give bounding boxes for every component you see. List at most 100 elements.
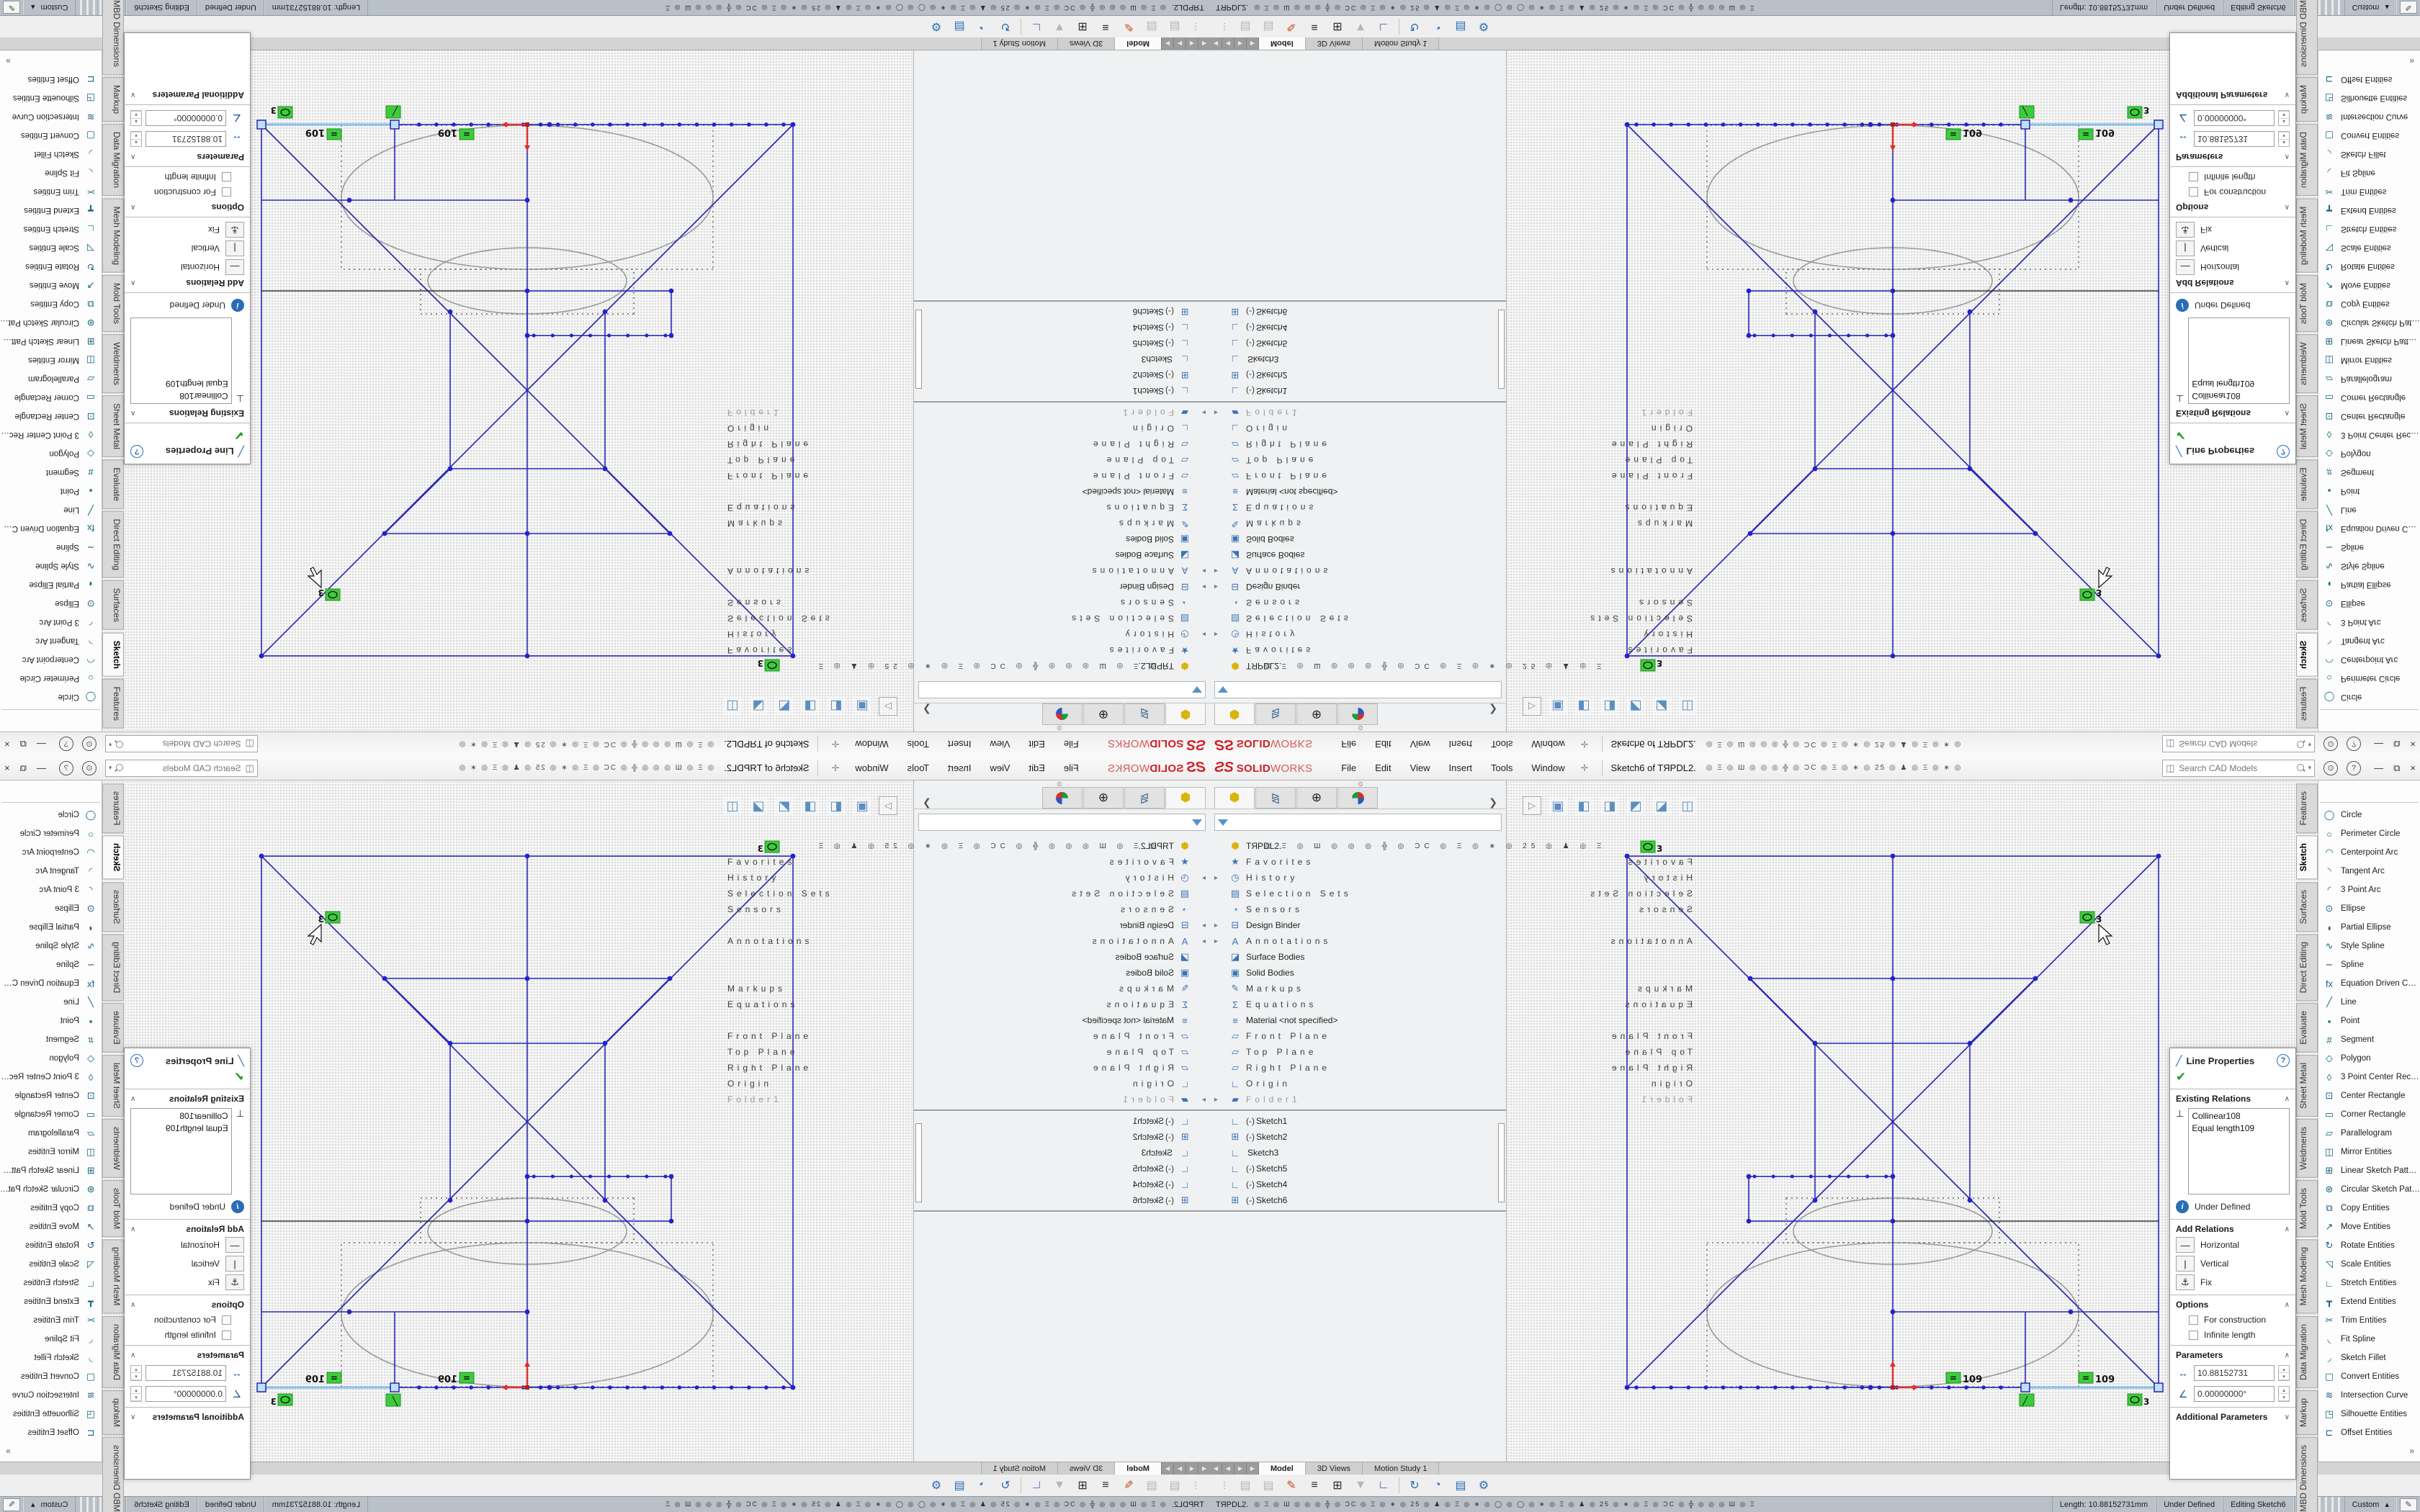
palette-item[interactable]: ⊛ Circular Sketch Pattern	[0, 1180, 102, 1199]
search-input[interactable]	[2177, 739, 2293, 750]
relation-badge-ellipse[interactable]: 3	[2128, 105, 2149, 118]
palette-item[interactable]: ◠ Centerpoint Arc	[0, 843, 102, 862]
command-tab[interactable]: Mesh Modeling	[2296, 1239, 2318, 1313]
document-tab[interactable]: Model	[1114, 37, 1161, 50]
search-box[interactable]: ◫ ▾	[2162, 760, 2315, 777]
menu-item[interactable]: Window	[1523, 760, 1573, 776]
expander-icon[interactable]: ▸	[1202, 922, 1206, 930]
user-account-icon[interactable]: ⊙	[82, 737, 97, 752]
relation-entry[interactable]: Equal length109	[2192, 1122, 2286, 1135]
help-icon[interactable]: ?	[2347, 761, 2361, 775]
collapse-chevron-icon[interactable]: ∧	[2285, 1225, 2290, 1233]
toolbar-icon[interactable]: ✎	[1283, 1478, 1299, 1493]
menu-item[interactable]: Window	[846, 736, 897, 752]
toolbar-icon[interactable]: ▼	[1353, 20, 1368, 33]
scrollbar-thumb[interactable]	[1498, 1123, 1505, 1202]
option-row[interactable]: Infinite length	[130, 1330, 231, 1340]
tree-item[interactable]: ▸ ★ FavoritesFavorites	[914, 854, 1210, 870]
document-tab[interactable]: 3D Views	[1306, 1462, 1363, 1475]
tab-featuremanager-tree[interactable]: ⬢	[1214, 703, 1255, 725]
palette-item[interactable]: ∼ Spline	[2318, 538, 2420, 557]
tree-item[interactable]: ▸ A AnnotationsAnnotations	[1210, 563, 1506, 579]
toolbar-icon[interactable]: ≡	[1098, 20, 1113, 33]
tree-item[interactable]: ▸ Σ EquationsEquations	[914, 996, 1210, 1012]
command-tab[interactable]: Evaluate	[2296, 459, 2318, 509]
tree-item[interactable]: ▸ ▱ Right PlaneRight Plane	[914, 436, 1210, 452]
tab-nav-arrow[interactable]: ▶	[1247, 37, 1259, 50]
document-tab[interactable]: Model	[1114, 1462, 1161, 1475]
search-dropdown-icon[interactable]: ▾	[109, 740, 112, 748]
palette-item[interactable]: ◟ Fit Spline	[2318, 1330, 2420, 1349]
palette-item[interactable]: fx Equation Driven Curve	[2318, 519, 2420, 538]
toolbar-icon[interactable]: ▤	[1237, 19, 1253, 34]
tree-item[interactable]: ▸ ▰ Folder1Folder1	[1210, 405, 1506, 420]
search-input[interactable]	[2177, 762, 2293, 774]
view-cube-icon[interactable]: ▷	[1523, 796, 1541, 815]
collapse-chevron-icon[interactable]: ∧	[130, 204, 135, 212]
toolbar-icon[interactable]: ▼	[1052, 1479, 1067, 1492]
tree-root-row[interactable]: ⬢ TЯPDL2. ◎ Ξ ◎ Ш ◎ ◎ ◎ ╬ ◎ ƆC ◎ Ξ ◎ ∗ ◎…	[1210, 838, 1506, 854]
close-button[interactable]: ×	[2410, 739, 2416, 750]
option-row[interactable]: For construction	[2189, 187, 2290, 197]
relation-badge-equal[interactable]: = 109	[1946, 127, 1982, 140]
toolbar-icon[interactable]: ∟	[1376, 1479, 1392, 1492]
restore-button[interactable]: ⧉	[2393, 739, 2400, 750]
toolbar-icon[interactable]: ≡	[1098, 1479, 1113, 1492]
tree-item[interactable]: ▸ ▤ Selection SetsSelection Sets	[1210, 886, 1506, 901]
tab-featuremanager-tree[interactable]: ⬢	[1165, 787, 1206, 809]
palette-item[interactable]: ▪ Point	[0, 1012, 102, 1030]
palette-item[interactable]: ⊙ Ellipse	[2318, 594, 2420, 613]
option-row[interactable]: Infinite length	[2189, 172, 2290, 182]
tree-item[interactable]: ▸ ▱ Top PlaneTop Plane	[1210, 452, 1506, 468]
restore-button[interactable]: ⧉	[20, 739, 27, 750]
expand-panel-chevron[interactable]: ❯	[1483, 703, 1503, 716]
command-tab[interactable]: Data Migration	[102, 1316, 124, 1388]
palette-item[interactable]: ◊ 3 Point Center Recta...	[2318, 426, 2420, 444]
command-tab[interactable]: Markup	[102, 1390, 124, 1435]
palette-item[interactable]: ◳ Silhouette Entities	[2318, 89, 2420, 107]
relation-entry[interactable]: Collinear108	[2192, 390, 2286, 402]
tab-nav-arrow[interactable]: ◀	[1222, 37, 1234, 50]
tab-featuremanager-tree[interactable]: ⬢	[1165, 703, 1206, 725]
relation-badge-ellipse[interactable]: 3	[758, 658, 779, 671]
sketch-item[interactable]: ⊞ (-) Sketch2	[1210, 367, 1506, 383]
palette-item[interactable]: ⧉ Copy Entities	[2318, 1199, 2420, 1218]
command-tab[interactable]: Sheet Metal	[2296, 395, 2318, 457]
command-tab[interactable]: Surfaces	[102, 882, 124, 932]
view-cube-icon[interactable]: ◩	[775, 796, 794, 815]
view-cube-icon[interactable]: ▷	[879, 796, 897, 815]
tree-filter[interactable]	[918, 681, 1206, 698]
relation-button[interactable]: — Horizontal	[130, 1237, 244, 1253]
palette-item[interactable]: ▱ Parallelogram	[2318, 369, 2420, 388]
tree-item[interactable]: ▸ ▣ Solid BodiesSolid Bodies	[1210, 531, 1506, 547]
sketch-item[interactable]: ∟ (-) Sketch1	[1210, 383, 1506, 399]
view-cube-icon[interactable]: ◪	[1652, 697, 1671, 716]
command-tab[interactable]: Mold Tools	[102, 1180, 124, 1237]
spinner[interactable]: ▴▾	[130, 1365, 142, 1381]
expand-panel-chevron[interactable]: ❯	[1483, 796, 1503, 809]
pin-icon[interactable]: ✛	[1581, 739, 1589, 750]
relation-badge-ellipse[interactable]: 3	[1641, 841, 1662, 854]
relation-badge-collinear[interactable]: ╱	[2020, 106, 2034, 118]
expander-icon[interactable]: ▸	[1202, 583, 1206, 591]
palette-item[interactable]: ◊ 3 Point Center Recta...	[0, 426, 102, 444]
palette-item[interactable]: ◊ 3 Point Center Recta...	[0, 1068, 102, 1086]
option-row[interactable]: For construction	[130, 187, 231, 197]
relation-entry[interactable]: Equal length109	[134, 1122, 228, 1135]
toolbar-icon[interactable]: ▤	[1453, 1478, 1469, 1493]
tree-item[interactable]: ▸ Σ EquationsEquations	[1210, 996, 1506, 1012]
tab-nav-arrow[interactable]: ▶	[1161, 37, 1173, 50]
view-cube-icon[interactable]: ◪	[749, 697, 768, 716]
relation-badge-equal[interactable]: = 109	[305, 1372, 341, 1385]
search-box[interactable]: ◫ ▾	[2162, 736, 2315, 753]
relation-badge-ellipse[interactable]: 3	[271, 1394, 292, 1407]
tab-dimxpertmanager[interactable]	[1042, 787, 1083, 809]
toolbar-icon[interactable]: ▤	[1453, 19, 1469, 34]
relation-badge-ellipse[interactable]: 3	[2080, 588, 2102, 600]
palette-item[interactable]: ┳ Extend Entities	[2318, 1292, 2420, 1311]
palette-item[interactable]: ◟ Fit Spline	[0, 1330, 102, 1349]
palette-item[interactable]: ┳ Extend Entities	[0, 1292, 102, 1311]
view-cube-icon[interactable]: ◫	[1678, 697, 1697, 716]
view-cube-icon[interactable]: ▷	[879, 697, 897, 716]
relation-button[interactable]: | Vertical	[130, 1256, 244, 1272]
